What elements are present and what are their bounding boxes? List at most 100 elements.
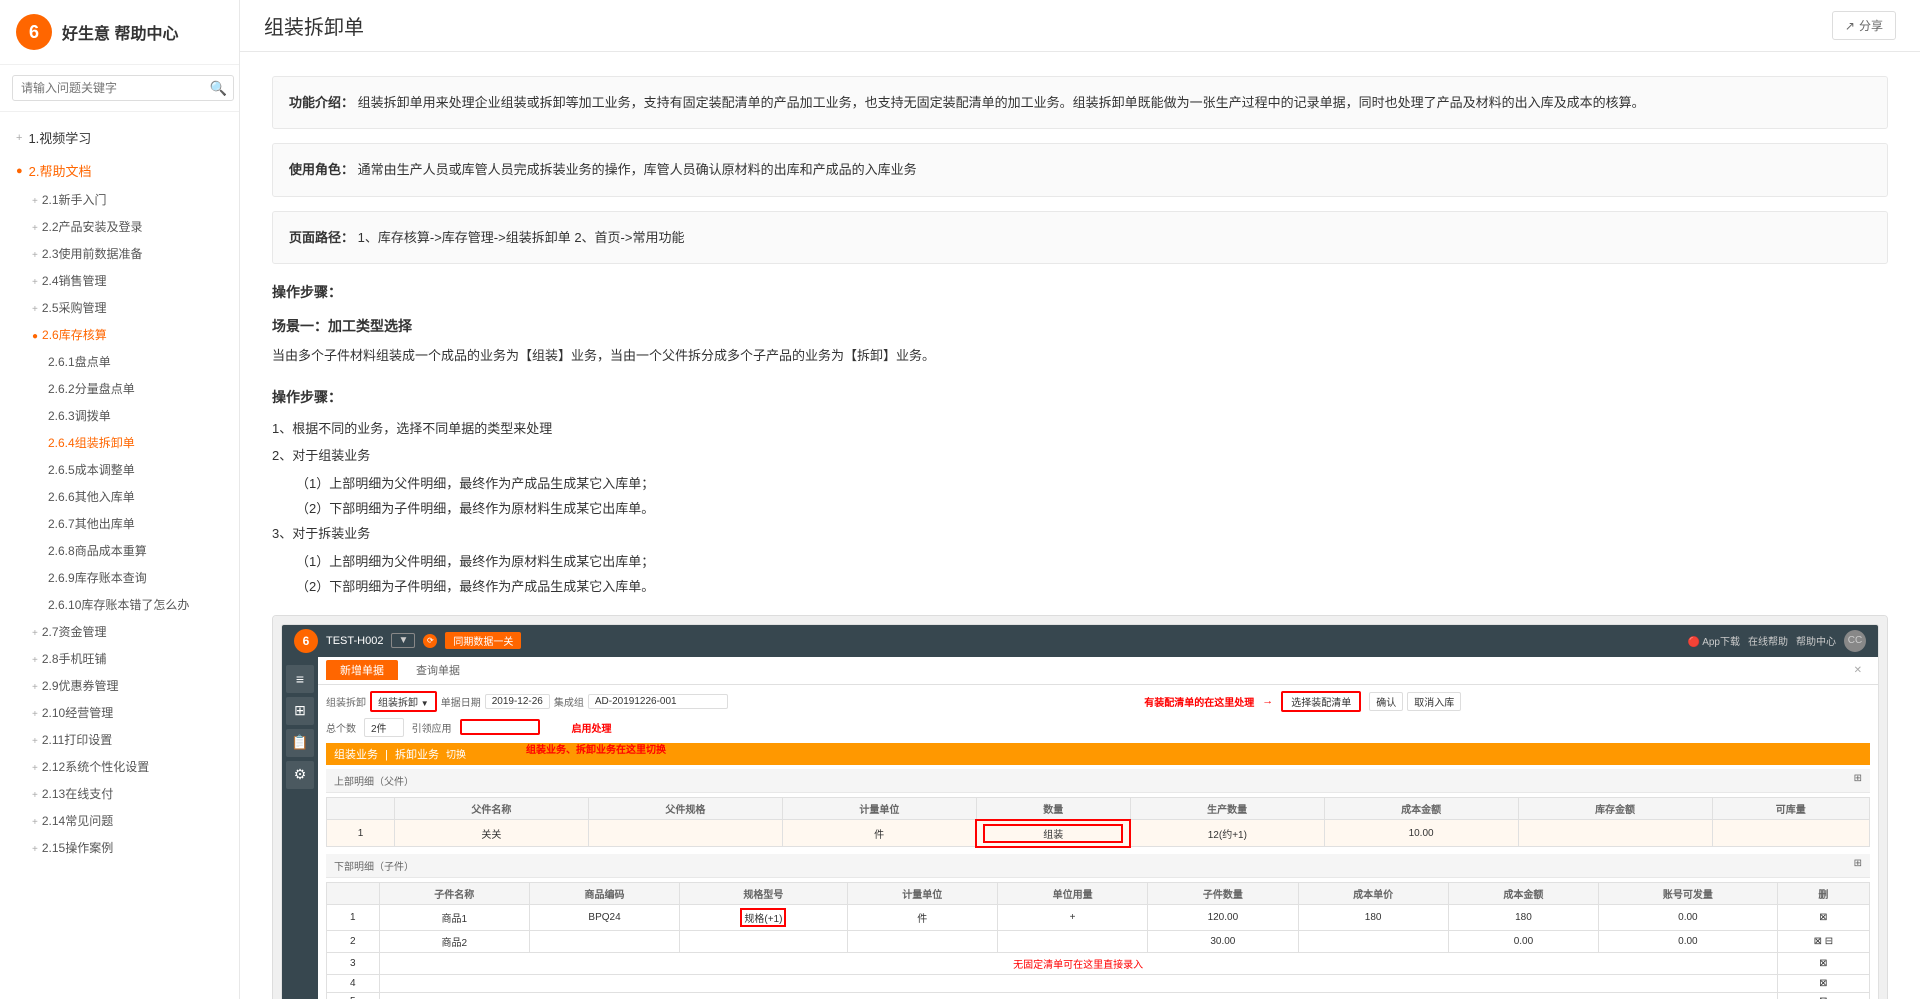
sidebar: 6 好生意 帮助中心 🔍 + 1.视频学习 ● 2.帮助文档 +2.1新手入门 … xyxy=(0,0,240,999)
mock-left-nav: ≡ ⊞ 📋 ⚙ xyxy=(282,657,318,999)
mock-doctype-label: 组装拆卸 xyxy=(326,694,366,709)
nav-item-2-2[interactable]: +2.2产品安装及登录 xyxy=(0,213,239,240)
content-area: 功能介绍： 组装拆卸单用来处理企业组装或拆卸等加工业务，支持有固定装配清单的产品… xyxy=(240,52,1920,999)
mock-confirm-btn[interactable]: 确认 xyxy=(1369,692,1403,711)
nav-item-2-5[interactable]: +2.5采购管理 xyxy=(0,294,239,321)
mock-lower-row-2-available: 0.00 xyxy=(1599,930,1778,952)
mock-lower-row-1-name: 商品1 xyxy=(379,904,529,930)
mock-lower-row-4-del[interactable]: ⊠ xyxy=(1777,974,1869,992)
mock-lower-row-1-num: 1 xyxy=(327,904,380,930)
mock-select-assembly-btn[interactable]: 选择装配清单 xyxy=(1281,691,1361,712)
nav-item-2-6[interactable]: ●2.6库存核算 xyxy=(0,321,239,348)
mock-form-row2: 总个数 2件 引领应用 启用处理 xyxy=(326,718,1870,737)
step-1: 1、根据不同的业务，选择不同单据的类型来处理 xyxy=(272,417,1888,440)
mock-count-input[interactable]: 2件 xyxy=(364,718,404,737)
mock-upper-th-6: 成本金额 xyxy=(1324,797,1518,820)
nav-item-2-3[interactable]: +2.3使用前数据准备 xyxy=(0,240,239,267)
mock-upper-row-1-spec xyxy=(588,820,782,847)
mock-lower-row-1-cost-price: 180 xyxy=(1298,904,1448,930)
mock-docno-input[interactable]: AD-20191226-001 xyxy=(588,694,728,709)
path-text: 1、库存核算->库存管理->组装拆卸单 2、首页->常用功能 xyxy=(358,230,685,245)
mock-lower-row-1-code: BPQ24 xyxy=(529,904,679,930)
mock-upper-table-title: 上部明细（父件） xyxy=(334,773,414,788)
mock-tab-bar: 新增单据 查询单据 ✕ xyxy=(318,657,1878,685)
nav-item-2-6-7[interactable]: 2.6.7其他出库单 xyxy=(0,510,239,537)
mock-help-online: 在线帮助 xyxy=(1748,633,1788,648)
nav-item-docs[interactable]: ● 2.帮助文档 xyxy=(0,155,239,186)
mock-warehouse-label: 引领应用 xyxy=(412,720,452,735)
mock-upper-qty-box[interactable]: 组装 xyxy=(983,824,1123,843)
mock-lower-row-2-cost-amt: 0.00 xyxy=(1448,930,1598,952)
mock-lower-row-3-empty: 无固定清单可在这里直接录入 xyxy=(379,952,1777,974)
nav-item-2-6-1[interactable]: 2.6.1盘点单 xyxy=(0,348,239,375)
nav-item-2-10[interactable]: +2.10经营管理 xyxy=(0,699,239,726)
mock-lower-row-2-del[interactable]: ⊠ ⊟ xyxy=(1777,930,1869,952)
nav-item-2-11[interactable]: +2.11打印设置 xyxy=(0,726,239,753)
mock-form-row1: 组装拆卸 组装拆卸 ▼ 单据日期 2019-12-26 集成组 AD xyxy=(326,691,1870,712)
mock-annotation-label4: 启用处理 xyxy=(572,720,612,735)
mock-lower-table-header: 下部明细（子件） ⊞ xyxy=(326,854,1870,878)
nav-item-2-14[interactable]: +2.14常见问题 xyxy=(0,807,239,834)
mock-lower-table: 子件名称 商品编码 规格型号 计量单位 单位用量 子件数量 成本单价 成本金额 xyxy=(326,882,1870,999)
mock-arrow1: → xyxy=(1262,695,1273,707)
nav-item-2-6-5[interactable]: 2.6.5成本调整单 xyxy=(0,456,239,483)
nav-item-2-6-8[interactable]: 2.6.8商品成本重算 xyxy=(0,537,239,564)
nav-item-2-6-6[interactable]: 2.6.6其他入库单 xyxy=(0,483,239,510)
mock-lower-spec-box[interactable]: 规格(+1) xyxy=(740,908,786,927)
search-input[interactable] xyxy=(12,75,234,101)
nav-item-2-13[interactable]: +2.13在线支付 xyxy=(0,780,239,807)
mock-tab-new[interactable]: 新增单据 xyxy=(326,660,398,680)
mock-doctype-group: 组装拆卸 组装拆卸 ▼ 单据日期 2019-12-26 集成组 AD xyxy=(326,691,728,712)
nav-item-2-7[interactable]: +2.7资金管理 xyxy=(0,618,239,645)
mock-dropdown: ▼ xyxy=(391,633,415,648)
mock-tab-query[interactable]: 查询单据 xyxy=(402,660,474,680)
mock-form-area: 组装拆卸 组装拆卸 ▼ 单据日期 2019-12-26 集成组 AD xyxy=(318,685,1878,999)
step-3: 3、对于拆装业务 xyxy=(272,522,1888,545)
search-icon[interactable]: 🔍 xyxy=(210,80,227,97)
mock-lower-row-2-unit xyxy=(847,930,997,952)
nav-item-2-4[interactable]: +2.4销售管理 xyxy=(0,267,239,294)
share-button[interactable]: ↗ 分享 xyxy=(1832,11,1896,40)
mock-annotation-label2: 组装业务、拆卸业务在这里切换 xyxy=(526,745,666,756)
mock-close-btn[interactable]: ✕ xyxy=(1854,665,1862,676)
mock-upper-row-1-cost: 10.00 xyxy=(1324,820,1518,847)
mock-annotation-area: 有装配清单的在这里处理 → 选择装配清单 确认 取消入库 xyxy=(736,691,1870,712)
mock-browser: 6 TEST-H002 ▼ ⟳ 同期数据一关 🔴 App下载 在线帮助 帮助中心… xyxy=(281,624,1879,999)
mock-lower-row-2-code xyxy=(529,930,679,952)
nav-item-2-6-3[interactable]: 2.6.3调拨单 xyxy=(0,402,239,429)
mock-type-value: 组装拆卸 xyxy=(378,698,418,709)
intro-text: 组装拆卸单用来处理企业组装或拆卸等加工业务，支持有固定装配清单的产品加工业务，也… xyxy=(358,95,1645,110)
mock-upper-th-5: 生产数量 xyxy=(1130,797,1324,820)
mock-upper-row-1: 1 关关 件 组装 12(约+1) 1 xyxy=(327,820,1870,847)
mock-lower-row-1-del[interactable]: ⊠ xyxy=(1777,904,1869,930)
mock-orange-sep: | xyxy=(385,749,388,761)
mock-upper-th-2: 父件规格 xyxy=(588,797,782,820)
mock-warehouse-input[interactable] xyxy=(460,719,540,735)
nav-item-2-15[interactable]: +2.15操作案例 xyxy=(0,834,239,861)
mock-nav-icon-4: ⚙ xyxy=(286,761,314,789)
mock-type-input[interactable]: 组装拆卸 ▼ xyxy=(370,691,437,712)
mock-sync-btn: 同期数据一关 xyxy=(445,632,521,649)
nav-item-2-6-10[interactable]: 2.6.10库存账本错了怎么办 xyxy=(0,591,239,618)
mock-lower-row-3-num: 3 xyxy=(327,952,380,974)
mock-orange-text: 组装业务 xyxy=(334,749,378,761)
mock-cancel-btn[interactable]: 取消入库 xyxy=(1407,692,1461,711)
mock-lower-row-5-del[interactable]: ⊠ xyxy=(1777,992,1869,999)
mock-user-avatar: CC xyxy=(1844,630,1866,652)
mock-lower-row-3-del[interactable]: ⊠ xyxy=(1777,952,1869,974)
nav-item-2-6-4[interactable]: 2.6.4组装拆卸单 xyxy=(0,429,239,456)
nav-item-2-8[interactable]: +2.8手机旺铺 xyxy=(0,645,239,672)
nav-item-2-12[interactable]: +2.12系统个性化设置 xyxy=(0,753,239,780)
logo-icon: 6 xyxy=(16,14,52,50)
nav-item-2-1[interactable]: +2.1新手入门 xyxy=(0,186,239,213)
mock-count-label: 总个数 xyxy=(326,720,356,735)
nav-item-2-6-9[interactable]: 2.6.9库存账本查询 xyxy=(0,564,239,591)
nav-item-2-9[interactable]: +2.9优惠券管理 xyxy=(0,672,239,699)
nav-item-2-6-2[interactable]: 2.6.2分量盘点单 xyxy=(0,375,239,402)
nav-item-video[interactable]: + 1.视频学习 xyxy=(0,122,239,153)
mock-date-input[interactable]: 2019-12-26 xyxy=(485,694,550,709)
nav-sub-2-6: 2.6.1盘点单 2.6.2分量盘点单 2.6.3调拨单 2.6.4组装拆卸单 … xyxy=(0,348,239,618)
mock-switch-hint: 切换 xyxy=(446,750,466,761)
nav-section-video: + 1.视频学习 xyxy=(0,122,239,153)
mock-lower-row-1-unit: 件 xyxy=(847,904,997,930)
